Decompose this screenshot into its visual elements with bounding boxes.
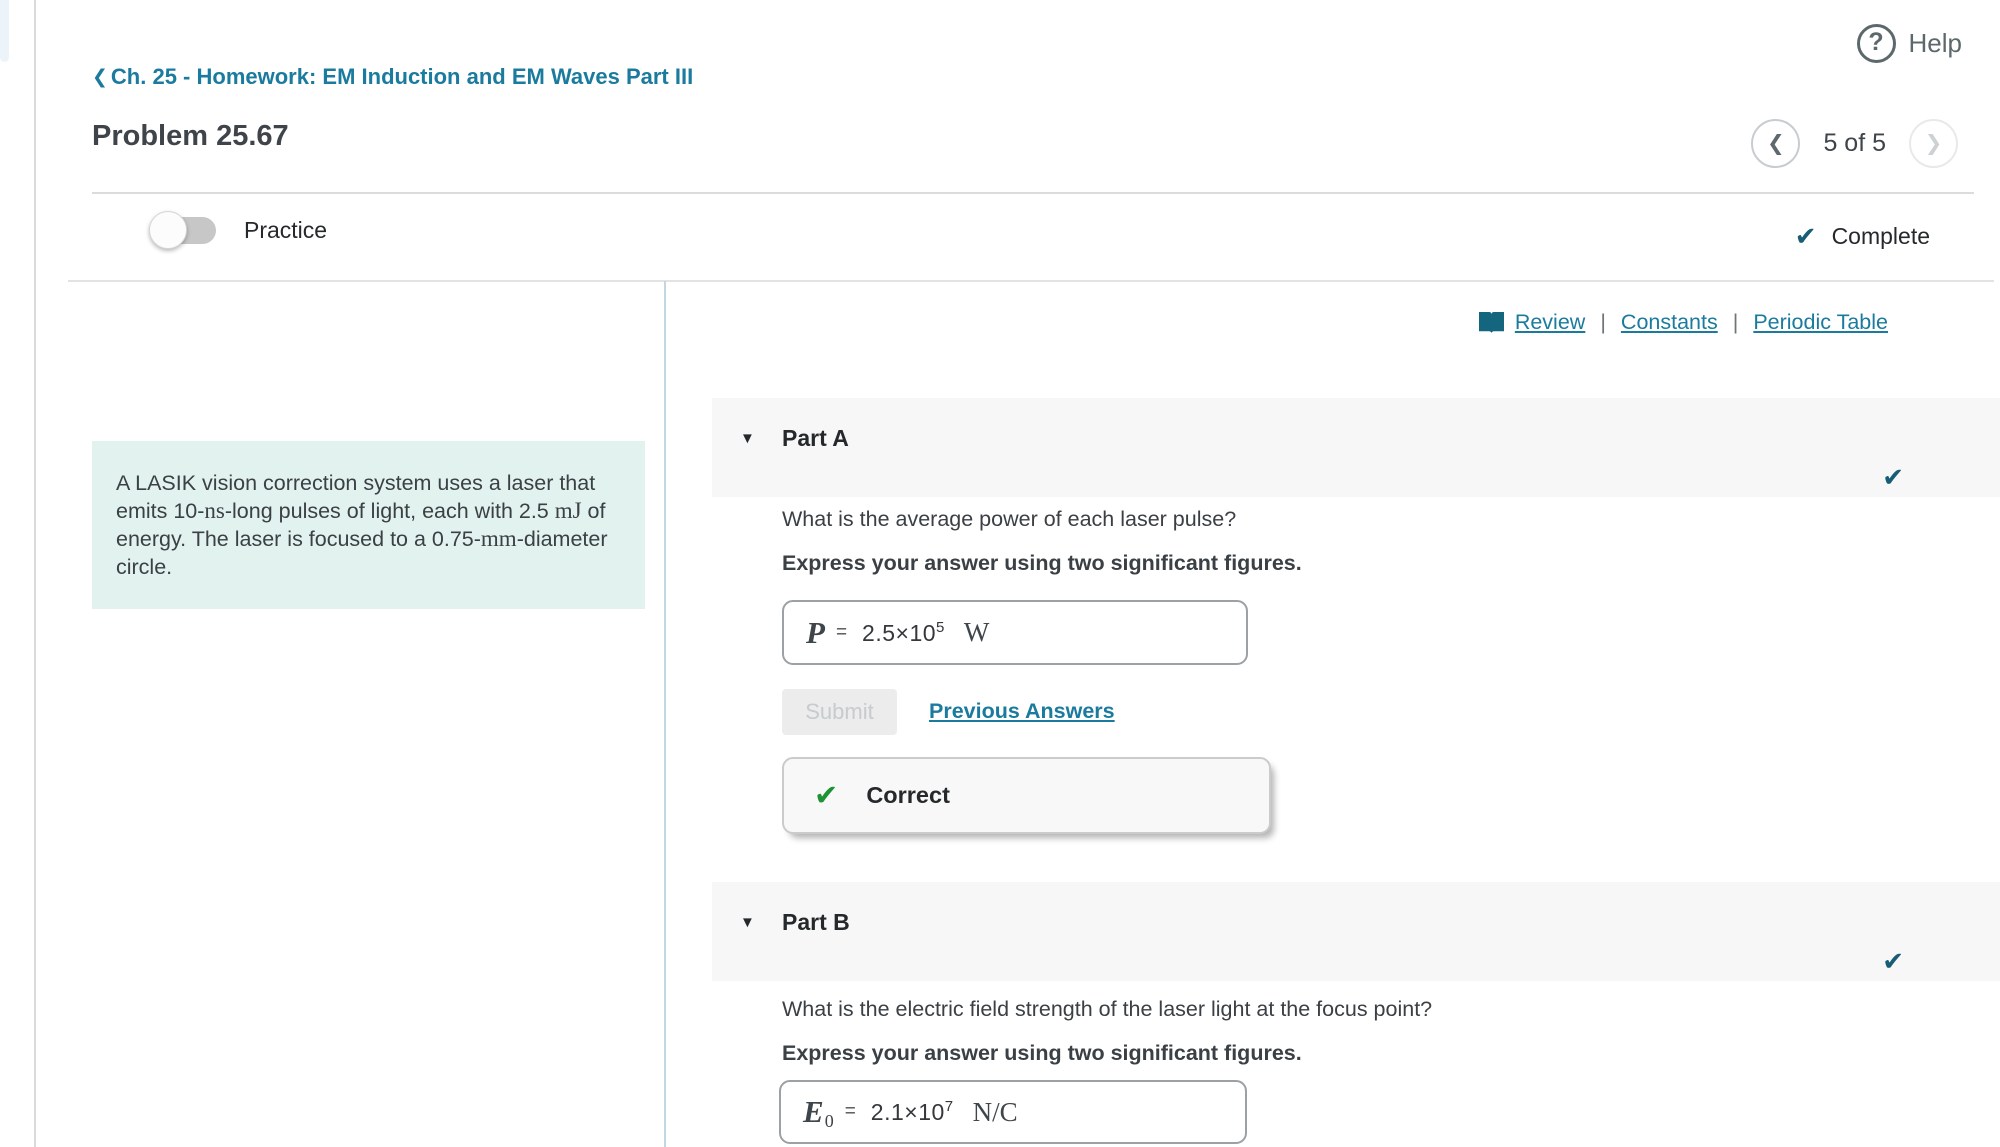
collapse-triangle-icon: ▼ xyxy=(740,914,755,931)
toggle-knob xyxy=(149,211,187,249)
chevron-left-icon: ❮ xyxy=(1767,132,1785,155)
link-separator: | xyxy=(1600,310,1606,334)
part-a-instruction: Express your answer using two significan… xyxy=(782,551,1302,575)
resource-links: Review | Constants | Periodic Table xyxy=(1478,310,1888,335)
previous-answers-link[interactable]: Previous Answers xyxy=(929,699,1115,724)
part-b-answer-unit: N/C xyxy=(972,1096,1018,1127)
pagination-status: 5 of 5 xyxy=(1823,129,1886,157)
back-chevron-icon: ❮ xyxy=(92,66,108,88)
unit-mm: mm xyxy=(480,526,517,551)
part-a-answer-value: 2.5×105 xyxy=(862,618,945,646)
complete-check-icon: ✔ xyxy=(1794,221,1817,251)
answer-symbol-P: P xyxy=(806,614,825,650)
correct-label: Correct xyxy=(866,782,950,808)
unit-ns: ns xyxy=(204,498,225,523)
next-problem-button[interactable]: ❯ xyxy=(1909,119,1958,168)
practice-label: Practice xyxy=(244,217,328,243)
equals-sign: = xyxy=(835,621,848,643)
part-b-header[interactable]: ▼ Part B ✔ xyxy=(712,882,2000,981)
correct-feedback-box: ✔ Correct xyxy=(782,757,1271,834)
part-a-answer-field[interactable]: P = 2.5×105 W xyxy=(782,600,1248,665)
complete-label: Complete xyxy=(1831,223,1930,249)
assignment-page: ? Help ❮ Ch. 25 - Homework: EM Induction… xyxy=(0,0,2000,1147)
correct-check-icon: ✔ xyxy=(814,780,839,812)
link-separator: | xyxy=(1732,310,1739,334)
unit-mJ: mJ xyxy=(554,498,582,523)
page-left-border xyxy=(34,0,36,1147)
breadcrumb-label: Ch. 25 - Homework: EM Induction and EM W… xyxy=(110,64,694,89)
help-button[interactable]: ? Help xyxy=(1856,24,1962,63)
part-a-answer-unit: W xyxy=(963,617,990,647)
header-divider xyxy=(92,192,1974,194)
practice-toggle-row: Practice xyxy=(149,211,328,249)
left-panel-edge xyxy=(0,0,9,62)
breadcrumb[interactable]: ❮ Ch. 25 - Homework: EM Induction and EM… xyxy=(92,64,693,90)
part-a-header[interactable]: ▼ Part A ✔ xyxy=(712,398,2000,497)
toolbar-divider xyxy=(68,280,1994,282)
page-title: Problem 25.67 xyxy=(92,120,289,152)
help-label: Help xyxy=(1908,28,1962,58)
practice-toggle[interactable] xyxy=(149,211,216,249)
chevron-right-icon: ❯ xyxy=(1924,132,1943,155)
part-b-instruction: Express your answer using two significan… xyxy=(782,1041,1302,1065)
part-b-complete-check-icon: ✔ xyxy=(1882,946,1904,976)
column-divider xyxy=(664,281,666,1147)
review-link[interactable]: Review xyxy=(1515,310,1586,335)
submit-button[interactable]: Submit xyxy=(782,689,897,735)
equals-sign: = xyxy=(844,1101,856,1122)
answer-exponent: 7 xyxy=(944,1098,954,1115)
help-question-icon: ? xyxy=(1856,24,1896,63)
part-b-answer-field[interactable]: E 0 = 2.1×107 N/C xyxy=(779,1080,1247,1144)
answer-symbol-subscript: 0 xyxy=(824,1111,834,1131)
answer-exponent: 5 xyxy=(936,618,945,636)
open-book-icon xyxy=(1478,312,1504,333)
part-b-question: What is the electric field strength of t… xyxy=(782,997,1433,1021)
previous-problem-button[interactable]: ❮ xyxy=(1751,119,1801,168)
part-b-label: Part B xyxy=(782,909,850,935)
part-a-complete-check-icon: ✔ xyxy=(1882,462,1904,492)
part-a-label: Part A xyxy=(782,425,849,451)
complete-status: ✔ Complete xyxy=(1795,221,1930,252)
part-a-question: What is the average power of each laser … xyxy=(782,507,1237,531)
periodic-table-link[interactable]: Periodic Table xyxy=(1753,310,1888,335)
part-b-answer-value: 2.1×107 xyxy=(870,1098,954,1125)
problem-statement: A LASIK vision correction system uses a … xyxy=(92,441,645,609)
collapse-triangle-icon: ▼ xyxy=(740,430,755,447)
answer-symbol-E: E xyxy=(803,1094,824,1129)
constants-link[interactable]: Constants xyxy=(1621,310,1718,335)
problem-pager: ❮ 5 of 5 ❯ xyxy=(1751,119,1958,168)
